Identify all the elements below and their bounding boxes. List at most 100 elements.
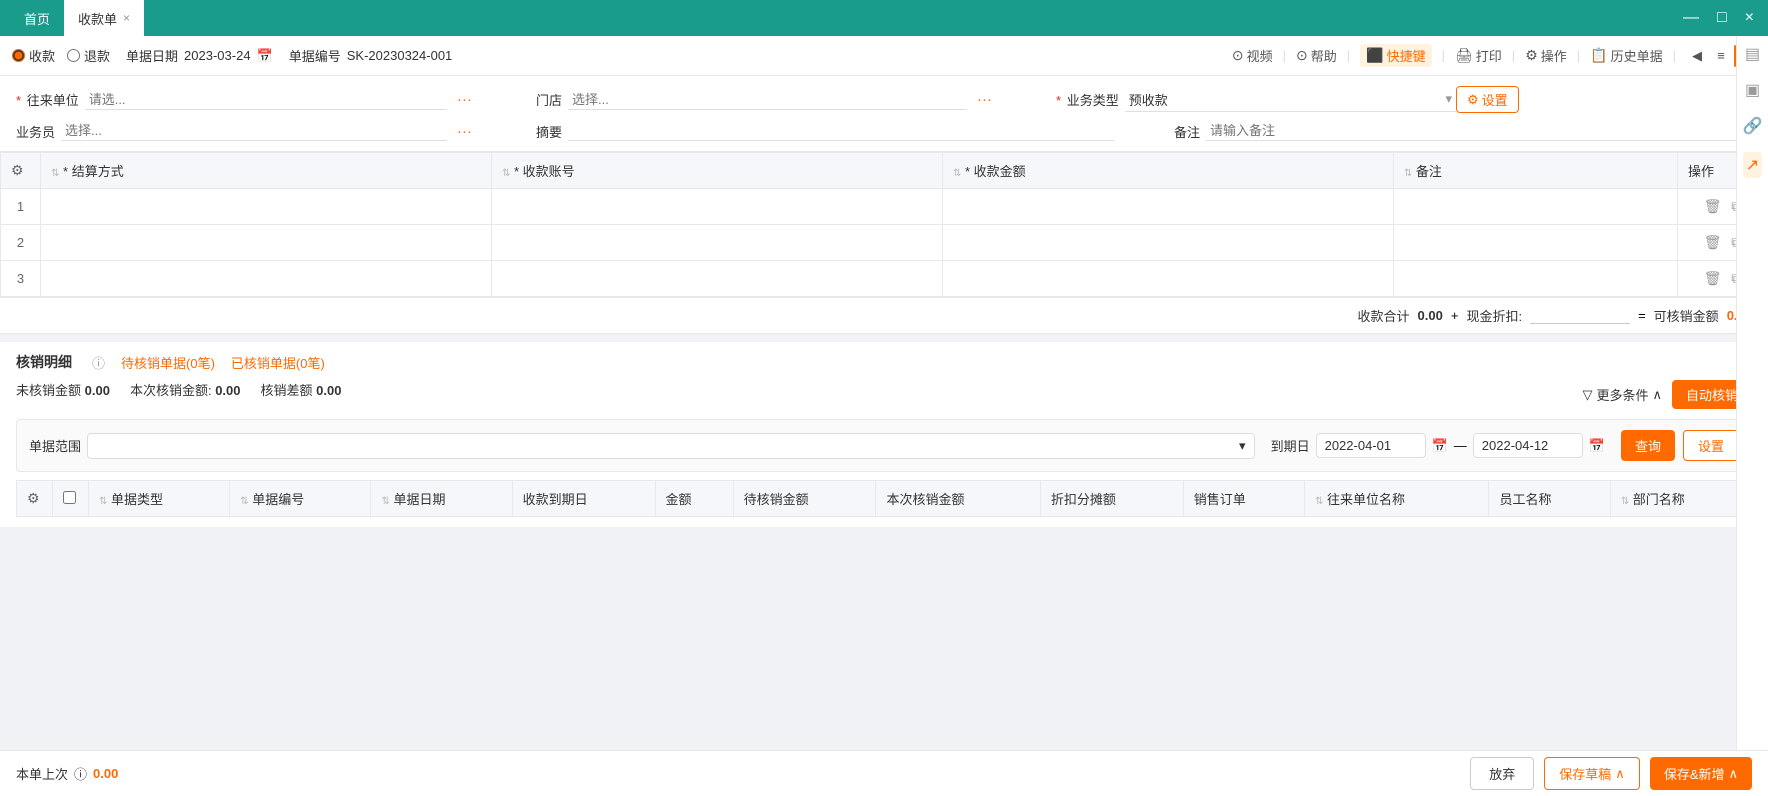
history-button[interactable]: 📋 历史单据 bbox=[1590, 46, 1662, 65]
staff-input[interactable] bbox=[61, 121, 447, 141]
sidebar-link-icon[interactable]: 🔗 bbox=[1743, 116, 1763, 136]
main-scroll-area[interactable]: * 往来单位 ··· 门店 ··· * 业务类型 预收款 ▾ bbox=[0, 76, 1768, 750]
divider4: | bbox=[1512, 48, 1515, 63]
summary-label: 摘要 bbox=[536, 122, 562, 141]
help-button[interactable]: ⊙ 帮助 bbox=[1296, 46, 1337, 65]
history-icon: 📋 bbox=[1590, 47, 1607, 64]
verif-stats: 未核销金额 0.00 本次核销金额: 0.00 核销差额 0.00 ▽ 更多条件… bbox=[16, 380, 1752, 409]
range-select[interactable]: ▾ bbox=[87, 433, 1255, 459]
print-icon: 🖨 bbox=[1455, 47, 1473, 64]
select-all-checkbox[interactable] bbox=[63, 491, 76, 504]
counterpart-more-button[interactable]: ··· bbox=[453, 91, 476, 108]
receipt-table-section: ⚙ ⇅ * 结算方式 ⇅ * 收款账号 ⇅ * 收款 bbox=[0, 152, 1768, 298]
video-button[interactable]: ⊙ 视频 bbox=[1232, 46, 1273, 65]
divider6: | bbox=[1673, 48, 1676, 63]
verif-header: 核销明细 ⓘ 待核销单据(0笔) 已核销单据(0笔) bbox=[16, 352, 1752, 372]
verif-table: ⚙ ⇅ 单据类型 ⇅ 单据编号 ⇅ 单据日期 bbox=[16, 480, 1752, 517]
sidebar-table-icon[interactable]: ▤ bbox=[1745, 44, 1760, 64]
remark-input[interactable] bbox=[1206, 121, 1752, 141]
done-tab[interactable]: 已核销单据(0笔) bbox=[231, 353, 325, 372]
row-account-1[interactable] bbox=[491, 189, 942, 225]
delete-row-3-icon[interactable]: 🗑 bbox=[1704, 270, 1722, 286]
business-type-select[interactable]: 预收款 ▾ bbox=[1125, 88, 1456, 112]
nav-tab-shoukudan[interactable]: 收款单 × bbox=[64, 0, 144, 36]
row-settlement-3[interactable] bbox=[41, 261, 492, 297]
staff-label: 业务员 bbox=[16, 122, 55, 141]
form-row-1: * 往来单位 ··· 门店 ··· * 业务类型 预收款 ▾ bbox=[16, 86, 1752, 113]
window-close-button[interactable]: × bbox=[1741, 9, 1758, 27]
row-settlement-2[interactable] bbox=[41, 225, 492, 261]
radio-shoukuan[interactable]: 收款 bbox=[12, 46, 55, 65]
window-controls: — □ × bbox=[1679, 9, 1758, 27]
pending-tab[interactable]: 待核销单据(0笔) bbox=[121, 353, 215, 372]
save-new-button[interactable]: 保存&新增 ∧ bbox=[1650, 757, 1752, 790]
save-new-caret-icon: ∧ bbox=[1728, 766, 1738, 782]
operation-button[interactable]: ⚙ 操作 bbox=[1525, 46, 1567, 65]
layout-prev-icon[interactable]: ◀ bbox=[1686, 45, 1708, 67]
discount-input[interactable] bbox=[1530, 308, 1630, 324]
divider2: | bbox=[1347, 48, 1350, 63]
date-value: 2023-03-24 bbox=[184, 48, 251, 63]
row-remark-2[interactable] bbox=[1393, 225, 1677, 261]
settings-button[interactable]: ⚙ 设置 bbox=[1456, 86, 1519, 113]
more-conditions-button[interactable]: ▽ 更多条件 ∧ bbox=[1582, 385, 1662, 404]
row-remark-3[interactable] bbox=[1393, 261, 1677, 297]
query-button[interactable]: 查询 bbox=[1621, 430, 1675, 461]
counterpart-input[interactable] bbox=[85, 90, 447, 110]
current-verif-stat: 本次核销金额: 0.00 bbox=[130, 380, 241, 409]
date-to-input[interactable] bbox=[1473, 433, 1583, 458]
maximize-button[interactable]: □ bbox=[1713, 9, 1731, 27]
layout-list-icon[interactable]: ≡ bbox=[1710, 45, 1732, 67]
print-button[interactable]: 🖨 打印 bbox=[1455, 46, 1502, 65]
bottom-col-number-header: ⇅ 单据编号 bbox=[230, 481, 371, 517]
bottom-table-settings-icon[interactable]: ⚙ bbox=[27, 490, 40, 506]
date-to-calendar-icon[interactable]: 📅 bbox=[1589, 438, 1605, 454]
minimize-button[interactable]: — bbox=[1679, 9, 1703, 27]
remark-field: 备注 bbox=[1174, 121, 1752, 141]
date-calendar-icon[interactable]: 📅 bbox=[257, 48, 273, 64]
radio-tuikuan[interactable]: 退款 bbox=[67, 46, 110, 65]
unverif-stat: 未核销金额 0.00 bbox=[16, 380, 110, 409]
verif-settings-button[interactable]: 设置 bbox=[1683, 430, 1739, 461]
row-amount-1[interactable] bbox=[942, 189, 1393, 225]
date-field-group: 单据日期 2023-03-24 📅 bbox=[126, 46, 273, 65]
row-num-3: 3 bbox=[1, 261, 41, 297]
shortcut-icon: ⬛ bbox=[1366, 47, 1383, 64]
store-more-button[interactable]: ··· bbox=[973, 91, 996, 108]
row-settlement-1[interactable] bbox=[41, 189, 492, 225]
date-from-calendar-icon[interactable]: 📅 bbox=[1432, 438, 1448, 454]
chevron-up-icon: ∧ bbox=[1652, 387, 1662, 403]
plus-sign: + bbox=[1451, 308, 1459, 323]
col-gear: ⚙ bbox=[1, 153, 41, 189]
footer-info: 本单上次 ⓘ 0.00 bbox=[16, 764, 118, 783]
col-account-header: ⇅ * 收款账号 bbox=[491, 153, 942, 189]
store-input[interactable] bbox=[568, 90, 967, 110]
verification-section: 核销明细 ⓘ 待核销单据(0笔) 已核销单据(0笔) 未核销金额 0.00 本次… bbox=[0, 342, 1768, 527]
sidebar-grid-icon[interactable]: ▣ bbox=[1745, 80, 1760, 100]
range-label: 单据范围 bbox=[29, 436, 81, 455]
nav-home[interactable]: 首页 bbox=[10, 0, 64, 36]
delete-row-1-icon[interactable]: 🗑 bbox=[1704, 198, 1722, 214]
row-amount-3[interactable] bbox=[942, 261, 1393, 297]
sidebar-arrow-icon[interactable]: ↗ bbox=[1743, 152, 1762, 178]
row-amount-2[interactable] bbox=[942, 225, 1393, 261]
bottom-col-due-date-header: 收款到期日 bbox=[512, 481, 655, 517]
row-account-3[interactable] bbox=[491, 261, 942, 297]
operation-icon: ⚙ bbox=[1525, 47, 1538, 64]
save-draft-button[interactable]: 保存草稿 ∧ bbox=[1544, 757, 1640, 790]
discard-button[interactable]: 放弃 bbox=[1470, 757, 1534, 790]
bottom-col-sales-order-header: 销售订单 bbox=[1183, 481, 1304, 517]
summary-field: 摘要 bbox=[536, 121, 1114, 141]
staff-more-button[interactable]: ··· bbox=[453, 123, 476, 140]
summary-input[interactable] bbox=[568, 121, 1114, 141]
date-from-input[interactable] bbox=[1316, 433, 1426, 458]
row-remark-1[interactable] bbox=[1393, 189, 1677, 225]
row-account-2[interactable] bbox=[491, 225, 942, 261]
store-label: 门店 bbox=[536, 90, 562, 109]
shortcut-button[interactable]: ⬛ 快捷键 bbox=[1360, 44, 1431, 67]
close-tab-icon[interactable]: × bbox=[123, 11, 130, 25]
delete-row-2-icon[interactable]: 🗑 bbox=[1704, 234, 1722, 250]
divider1: | bbox=[1283, 48, 1286, 63]
bottom-col-type-header: ⇅ 单据类型 bbox=[89, 481, 230, 517]
table-settings-icon[interactable]: ⚙ bbox=[11, 162, 24, 178]
